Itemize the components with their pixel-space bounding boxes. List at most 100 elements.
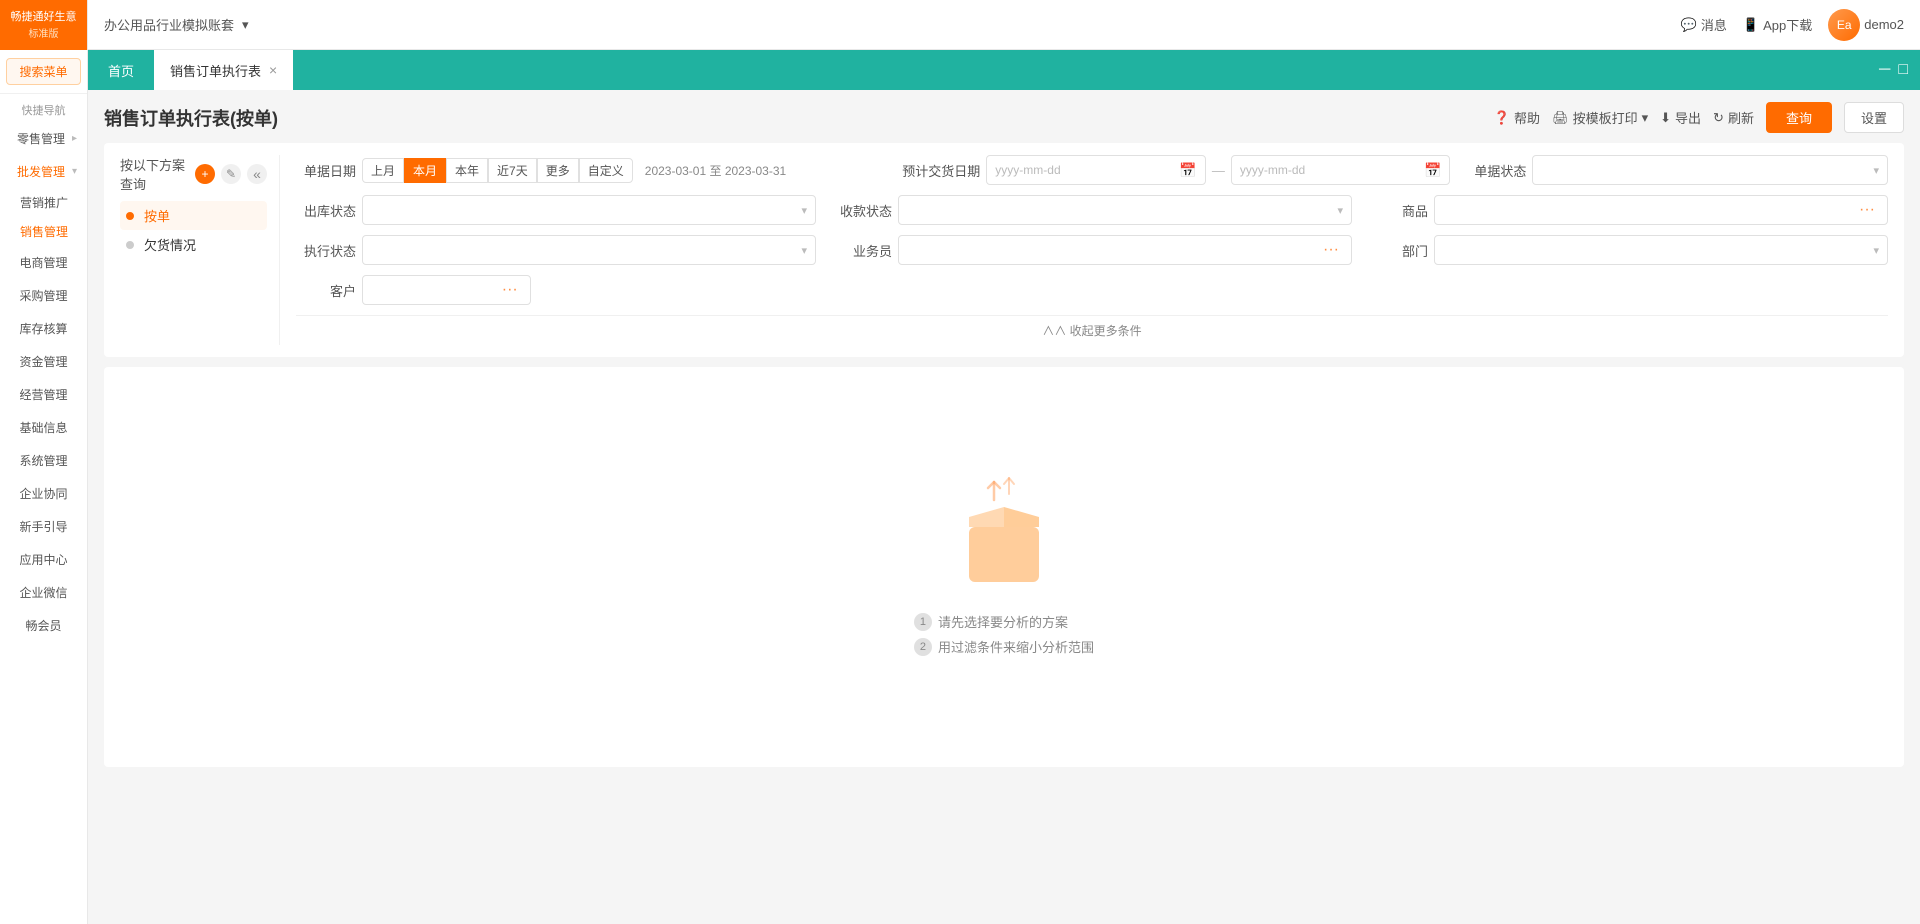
scheme-item-shortage[interactable]: 欠货情况 <box>120 230 267 259</box>
export-button[interactable]: ⬇ 导出 <box>1660 108 1701 127</box>
hint-number-1: 1 <box>914 613 932 631</box>
select-arrow-icon: ▾ <box>801 244 807 257</box>
inactive-dot-icon <box>126 241 134 249</box>
sidebar-item-purchase[interactable]: 采购管理 <box>0 279 87 312</box>
expected-end-input[interactable]: yyyy-mm-dd 📅 <box>1231 155 1451 185</box>
data-area: 1 请先选择要分析的方案 2 用过滤条件来缩小分析范围 <box>104 367 1904 767</box>
sidebar-item-inventory[interactable]: 库存核算 <box>0 312 87 345</box>
filter-layout: 按以下方案查询 + ✎ « 按单 欠货情况 <box>120 155 1888 345</box>
period-custom[interactable]: 自定义 <box>579 158 633 183</box>
period-current-year[interactable]: 本年 <box>446 158 488 183</box>
customer-field: 客户 ··· <box>296 275 531 305</box>
filter-sidebar-title: 按以下方案查询 <box>120 155 195 193</box>
department-label: 部门 <box>1368 241 1428 260</box>
maximize-icon[interactable]: □ <box>1898 61 1908 79</box>
tab-close-icon[interactable]: × <box>269 63 277 77</box>
execution-status-select[interactable]: ▾ <box>362 235 816 265</box>
sidebar-item-enterprise-coop[interactable]: 企业协同 <box>0 477 87 510</box>
goods-input[interactable]: ··· <box>1434 195 1888 225</box>
empty-hint-2: 2 用过滤条件来缩小分析范围 <box>914 637 1094 656</box>
minimize-icon[interactable]: ─ <box>1879 61 1890 79</box>
sidebar-item-ops[interactable]: 经营管理 <box>0 378 87 411</box>
department-field: 部门 ▾ <box>1368 235 1888 265</box>
sidebar-item-retail[interactable]: 零售管理 ▸ <box>0 122 87 155</box>
search-menu-button[interactable]: 搜索菜单 <box>6 58 81 85</box>
salesperson-more-icon[interactable]: ··· <box>1319 241 1343 259</box>
filter-sidebar-icons: + ✎ « <box>195 164 267 184</box>
tab-home[interactable]: 首页 <box>88 50 154 90</box>
hint-number-2: 2 <box>914 638 932 656</box>
export-icon: ⬇ <box>1660 110 1671 126</box>
sidebar-item-enterprise-wechat[interactable]: 企业微信 <box>0 576 87 609</box>
edit-scheme-button[interactable]: ✎ <box>221 164 241 184</box>
add-scheme-button[interactable]: + <box>195 164 215 184</box>
sidebar-item-ecommerce[interactable]: 电商管理 <box>0 246 87 279</box>
breadcrumb-arrow-icon: ▾ <box>242 17 249 33</box>
collapse-button[interactable]: ∧∧ 收起更多条件 <box>296 315 1888 345</box>
period-buttons: 上月 本月 本年 近7天 更多 自定义 <box>362 158 633 183</box>
customer-input[interactable]: ··· <box>362 275 531 305</box>
date-field: 单据日期 上月 本月 本年 近7天 更多 自定义 2023-03-01 至 20… <box>296 158 886 183</box>
sidebar-item-wholesale[interactable]: 批发管理 ▾ <box>0 155 87 188</box>
period-last-month[interactable]: 上月 <box>362 158 404 183</box>
sidebar: 畅捷通好生意 标准版 搜索菜单 快捷导航 零售管理 ▸ 批发管理 ▾ 营销推广 … <box>0 0 88 924</box>
expected-start-input[interactable]: yyyy-mm-dd 📅 <box>986 155 1206 185</box>
empty-svg <box>944 472 1064 592</box>
date-placeholder-start: yyyy-mm-dd <box>995 163 1060 177</box>
tab-active-sales-order[interactable]: 销售订单执行表 × <box>154 50 293 90</box>
delivery-status-select[interactable]: ▾ <box>362 195 816 225</box>
goods-more-icon[interactable]: ··· <box>1855 201 1879 219</box>
hint-text-2: 用过滤条件来缩小分析范围 <box>938 637 1094 656</box>
main-area: 办公用品行业模拟账套 ▾ 💬 消息 📱 App下载 Ea demo2 首页 <box>88 0 1920 924</box>
top-bar-right: 💬 消息 📱 App下载 Ea demo2 <box>1681 9 1904 41</box>
filter-row-2: 出库状态 ▾ 收款状态 ▾ <box>296 195 1888 225</box>
period-current-month[interactable]: 本月 <box>404 158 446 183</box>
print-icon: 🖨 <box>1552 110 1569 126</box>
order-status-label: 单据状态 <box>1466 161 1526 180</box>
sub-item-label: 营销推广 <box>20 194 68 211</box>
sidebar-subitem-marketing[interactable]: 营销推广 <box>0 188 87 217</box>
calendar-end-icon: 📅 <box>1424 162 1441 179</box>
execution-status-label: 执行状态 <box>296 241 356 260</box>
order-status-select[interactable]: ▾ <box>1532 155 1888 185</box>
message-button[interactable]: 💬 消息 <box>1681 15 1727 34</box>
active-dot-icon <box>126 212 134 220</box>
customer-more-icon[interactable]: ··· <box>498 281 522 299</box>
salesperson-label: 业务员 <box>832 241 892 260</box>
active-tab-label: 销售订单执行表 <box>170 61 261 80</box>
page-title: 销售订单执行表(按单) <box>104 105 278 131</box>
expected-delivery-field: 预计交货日期 yyyy-mm-dd 📅 — yyyy-mm-dd 📅 <box>902 155 1450 185</box>
collapse-sidebar-button[interactable]: « <box>247 164 267 184</box>
sidebar-item-member[interactable]: 畅会员 <box>0 609 87 642</box>
scheme-label: 按单 <box>144 206 170 225</box>
department-select[interactable]: ▾ <box>1434 235 1888 265</box>
empty-illustration <box>944 472 1064 592</box>
sidebar-item-app-center[interactable]: 应用中心 <box>0 543 87 576</box>
period-last-7-days[interactable]: 近7天 <box>488 158 537 183</box>
avatar: Ea <box>1828 9 1860 41</box>
sidebar-item-funds[interactable]: 资金管理 <box>0 345 87 378</box>
app-name: 畅捷通好生意 <box>11 10 77 24</box>
sidebar-search-section: 搜索菜单 <box>0 50 87 94</box>
salesperson-input[interactable]: ··· <box>898 235 1352 265</box>
collection-status-select[interactable]: ▾ <box>898 195 1352 225</box>
select-arrow-icon: ▾ <box>1873 164 1879 177</box>
goods-label: 商品 <box>1368 201 1428 220</box>
sidebar-item-new-guide[interactable]: 新手引导 <box>0 510 87 543</box>
sidebar-item-system[interactable]: 系统管理 <box>0 444 87 477</box>
query-button[interactable]: 查询 <box>1766 102 1832 133</box>
delivery-status-label: 出库状态 <box>296 201 356 220</box>
date-separator: — <box>1212 163 1225 178</box>
refresh-button[interactable]: ↻ 刷新 <box>1713 108 1754 127</box>
user-menu[interactable]: Ea demo2 <box>1828 9 1904 41</box>
period-more[interactable]: 更多 <box>537 158 579 183</box>
tab-bar-actions: ─ □ <box>1867 61 1920 79</box>
sidebar-subitem-sales[interactable]: 销售管理 <box>0 217 87 246</box>
help-button[interactable]: ❓ 帮助 <box>1494 108 1540 127</box>
scheme-item-by-order[interactable]: 按单 <box>120 201 267 230</box>
sidebar-item-basic[interactable]: 基础信息 <box>0 411 87 444</box>
page-actions: ❓ 帮助 🖨 按模板打印 ▾ ⬇ 导出 ↻ 刷新 查询 设置 <box>1494 102 1904 133</box>
app-download-button[interactable]: 📱 App下载 <box>1743 15 1812 34</box>
settings-button[interactable]: 设置 <box>1844 102 1904 133</box>
print-button[interactable]: 🖨 按模板打印 ▾ <box>1552 108 1648 127</box>
